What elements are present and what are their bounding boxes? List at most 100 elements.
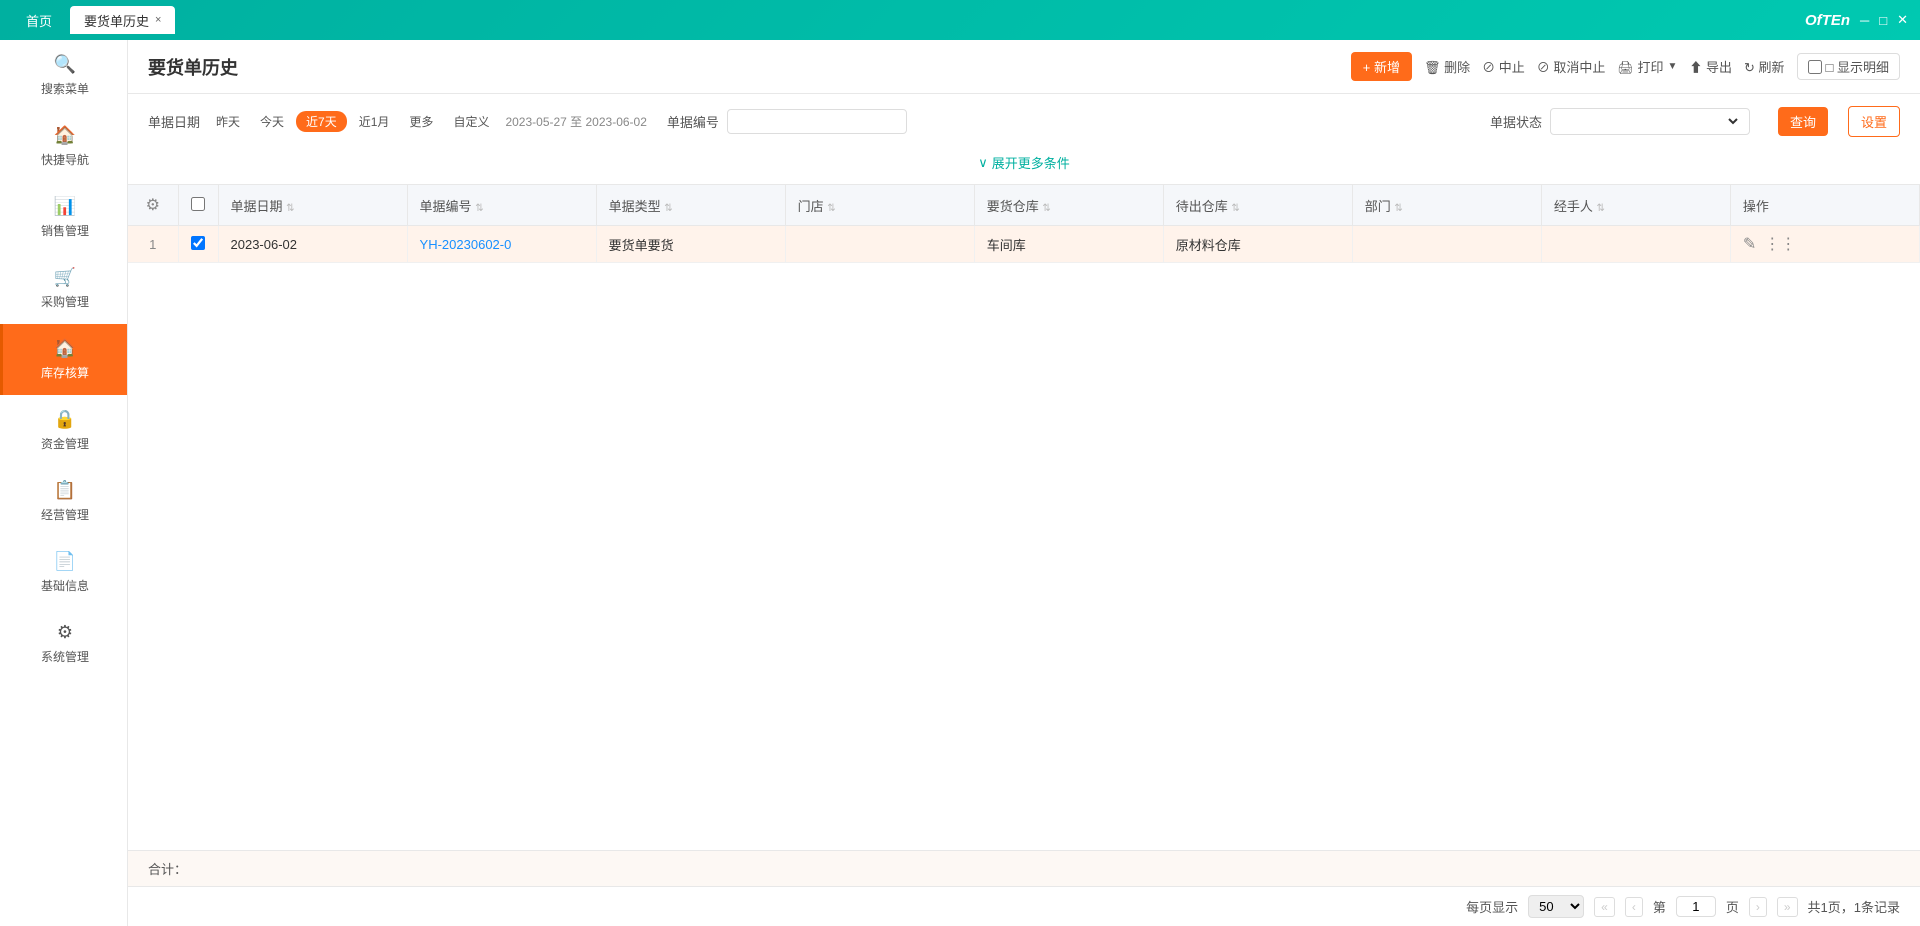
settings-button[interactable]: 设置 <box>1848 106 1900 137</box>
col-store[interactable]: 门店 ⇅ <box>785 185 974 226</box>
export-button[interactable]: ⬆ 导出 <box>1689 57 1732 76</box>
sidebar-item-basic-info-label: 基础信息 <box>41 577 89 594</box>
date-btn-yesterday[interactable]: 昨天 <box>208 111 248 132</box>
table-body: 1 2023-06-02 YH-20230602-0 要货单要货 车间库 原材料… <box>128 226 1920 263</box>
last-page-button[interactable]: » <box>1777 897 1798 917</box>
page-label: 第 <box>1653 897 1666 916</box>
doc-number-link[interactable]: YH-20230602-0 <box>420 237 512 252</box>
col-pending-warehouse-sort-icon[interactable]: ⇅ <box>1231 203 1239 214</box>
refresh-button[interactable]: ↻ 刷新 <box>1744 57 1785 76</box>
status-select-wrapper[interactable] <box>1550 108 1750 135</box>
col-department[interactable]: 部门 ⇅ <box>1352 185 1541 226</box>
per-page-select[interactable]: 10 20 50 100 <box>1528 895 1584 918</box>
tab-requisition-history[interactable]: 要货单历史 × <box>70 6 175 34</box>
main-layout: 🔍 搜索菜单 🏠 快捷导航 📊 销售管理 🛒 采购管理 🏠 库存核算 🔒 资金管… <box>0 40 1920 926</box>
delete-button[interactable]: 🗑 删除 <box>1424 57 1470 76</box>
tab-close-icon[interactable]: × <box>155 14 161 26</box>
table-settings-icon[interactable]: ⚙ <box>146 197 160 214</box>
page-header: 要货单历史 + 新增 🗑 删除 ⊘ 中止 ⊘ 取消中止 🖨 打印 ▼ ⬆ 导出 … <box>128 40 1920 94</box>
tab-requisition-history-label: 要货单历史 <box>84 11 149 30</box>
col-doc-type-sort-icon[interactable]: ⇅ <box>664 203 672 214</box>
col-settings[interactable]: ⚙ <box>128 185 178 226</box>
sidebar-item-basic-info[interactable]: 📄 基础信息 <box>0 537 127 608</box>
window-close-btn[interactable]: ✕ <box>1897 12 1908 28</box>
col-doc-date-sort-icon[interactable]: ⇅ <box>286 203 294 214</box>
sidebar-item-sales-mgmt-label: 销售管理 <box>41 222 89 239</box>
row-checkbox[interactable] <box>178 226 218 263</box>
next-page-button[interactable]: › <box>1749 897 1767 917</box>
col-store-sort-icon[interactable]: ⇅ <box>827 203 835 214</box>
sidebar-item-inventory-label: 库存核算 <box>41 364 89 381</box>
col-department-sort-icon[interactable]: ⇅ <box>1394 203 1402 214</box>
col-pending-warehouse[interactable]: 待出仓库 ⇅ <box>1163 185 1352 226</box>
prev-page-button[interactable]: ‹ <box>1625 897 1643 917</box>
date-btn-last7days[interactable]: 近7天 <box>296 111 347 132</box>
table-row[interactable]: 1 2023-06-02 YH-20230602-0 要货单要货 车间库 原材料… <box>128 226 1920 263</box>
col-doc-date-label: 单据日期 <box>231 199 283 214</box>
print-dropdown-icon[interactable]: ▼ <box>1667 61 1677 72</box>
summary-label: 合计： <box>148 862 187 877</box>
content-area: 要货单历史 + 新增 🗑 删除 ⊘ 中止 ⊘ 取消中止 🖨 打印 ▼ ⬆ 导出 … <box>128 40 1920 926</box>
col-doc-type[interactable]: 单据类型 ⇅ <box>596 185 785 226</box>
col-doc-number-label: 单据编号 <box>420 199 472 214</box>
print-label: 🖨 打印 <box>1617 57 1663 76</box>
row-doc-number[interactable]: YH-20230602-0 <box>407 226 596 263</box>
new-button[interactable]: + 新增 <box>1351 52 1412 81</box>
sidebar-item-system-mgmt[interactable]: ⚙ 系统管理 <box>0 608 127 679</box>
sidebar-item-sales-mgmt[interactable]: 📊 销售管理 <box>0 182 127 253</box>
more-button[interactable]: ⋮⋮ <box>1764 234 1796 254</box>
row-select-checkbox[interactable] <box>191 236 205 250</box>
display-detail-button[interactable]: □ 显示明细 <box>1797 53 1900 80</box>
status-filter-group: 单据状态 <box>1490 108 1750 135</box>
top-bar-controls: OfTEn ─ □ ✕ <box>1805 12 1908 29</box>
print-button[interactable]: 🖨 打印 ▼ <box>1617 57 1677 76</box>
date-btn-last1month[interactable]: 近1月 <box>351 111 398 132</box>
sidebar-item-operation-mgmt[interactable]: 📋 经营管理 <box>0 466 127 537</box>
first-page-button[interactable]: « <box>1594 897 1615 917</box>
doc-number-input[interactable] <box>727 109 907 134</box>
expand-more-button[interactable]: ∨ 展开更多条件 <box>978 153 1070 172</box>
col-doc-date[interactable]: 单据日期 ⇅ <box>218 185 407 226</box>
operation-buttons: ✎ ⋮⋮ <box>1743 234 1907 254</box>
date-filter-group: 单据日期 昨天 今天 近7天 近1月 更多 自定义 2023-05-27 至 2… <box>148 111 647 132</box>
doc-number-label: 单据编号 <box>667 112 719 131</box>
date-btn-more[interactable]: 更多 <box>401 111 441 132</box>
col-doc-number[interactable]: 单据编号 ⇅ <box>407 185 596 226</box>
col-req-warehouse[interactable]: 要货仓库 ⇅ <box>974 185 1163 226</box>
sidebar-item-quick-nav[interactable]: 🏠 快捷导航 <box>0 111 127 182</box>
status-select[interactable] <box>1559 113 1741 130</box>
display-detail-checkbox[interactable] <box>1808 60 1822 74</box>
sales-mgmt-icon: 📊 <box>54 196 76 217</box>
sidebar-item-finance-mgmt[interactable]: 🔒 资金管理 <box>0 395 127 466</box>
sidebar-item-operation-mgmt-label: 经营管理 <box>41 506 89 523</box>
edit-button[interactable]: ✎ <box>1743 234 1756 254</box>
date-btn-custom[interactable]: 自定义 <box>445 111 497 132</box>
col-handler-sort-icon[interactable]: ⇅ <box>1596 203 1604 214</box>
tab-home[interactable]: 首页 <box>12 6 66 34</box>
inventory-icon: 🏠 <box>54 338 76 359</box>
date-filter-buttons: 昨天 今天 近7天 近1月 更多 自定义 <box>208 111 497 132</box>
col-req-warehouse-sort-icon[interactable]: ⇅ <box>1042 203 1050 214</box>
page-input[interactable] <box>1676 896 1716 917</box>
sidebar-item-search-menu[interactable]: 🔍 搜索菜单 <box>0 40 127 111</box>
minimize-btn[interactable]: ─ <box>1860 13 1869 28</box>
toolbar: + 新增 🗑 删除 ⊘ 中止 ⊘ 取消中止 🖨 打印 ▼ ⬆ 导出 ↻ 刷新 □… <box>1351 52 1900 81</box>
col-store-label: 门店 <box>798 199 824 214</box>
col-doc-number-sort-icon[interactable]: ⇅ <box>475 203 483 214</box>
maximize-btn[interactable]: □ <box>1879 13 1887 28</box>
sidebar-item-inventory[interactable]: 🏠 库存核算 <box>0 324 127 395</box>
page-title: 要货单历史 <box>148 54 238 80</box>
purchase-mgmt-icon: 🛒 <box>54 267 76 288</box>
sidebar-item-quick-nav-label: 快捷导航 <box>41 151 89 168</box>
col-department-label: 部门 <box>1365 199 1391 214</box>
display-detail-label: □ 显示明细 <box>1826 57 1889 76</box>
date-range-display: 2023-05-27 至 2023-06-02 <box>505 113 646 130</box>
col-handler[interactable]: 经手人 ⇅ <box>1541 185 1730 226</box>
stop-button[interactable]: ⊘ 中止 <box>1482 57 1525 76</box>
tab-home-label: 首页 <box>26 11 52 30</box>
cancel-stop-button[interactable]: ⊘ 取消中止 <box>1537 57 1606 76</box>
select-all-checkbox[interactable] <box>191 197 205 211</box>
sidebar-item-purchase-mgmt[interactable]: 🛒 采购管理 <box>0 253 127 324</box>
query-button[interactable]: 查询 <box>1778 107 1828 136</box>
date-btn-today[interactable]: 今天 <box>252 111 292 132</box>
